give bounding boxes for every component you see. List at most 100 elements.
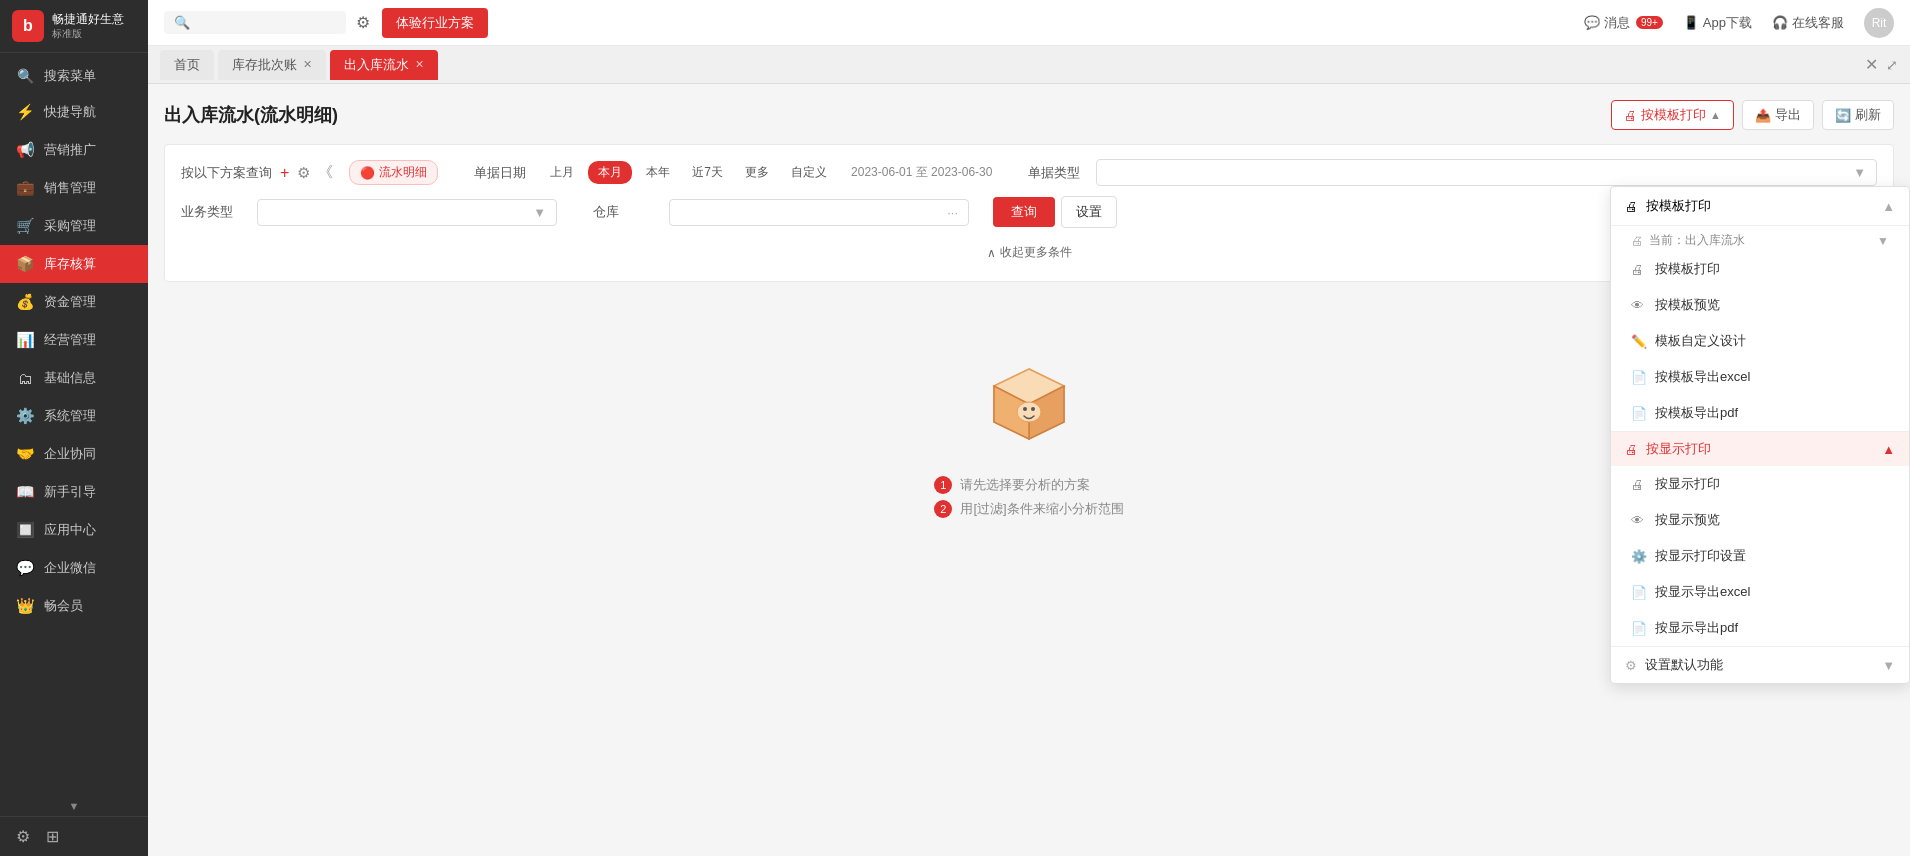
- header-gear-icon[interactable]: ⚙: [356, 13, 370, 32]
- dropdown-item-template-excel[interactable]: 📄 按模板导出excel: [1611, 359, 1909, 395]
- tab-batch-account[interactable]: 库存批次账 ✕: [218, 50, 326, 80]
- dropdown-item-template-pdf[interactable]: 📄 按模板导出pdf: [1611, 395, 1909, 431]
- empty-step-2: 2 用[过滤]条件来缩小分析范围: [934, 500, 1123, 518]
- dropdown-up-icon[interactable]: ▲: [1882, 199, 1895, 214]
- template-preview-icon: 👁: [1631, 298, 1647, 313]
- print-template-button[interactable]: 🖨 按模板打印 ▲: [1611, 100, 1734, 130]
- sidebar-item-member[interactable]: 👑 畅会员: [0, 587, 148, 625]
- app-logo-icon: b: [12, 10, 44, 42]
- sidebar-scroll-down[interactable]: ▼: [0, 796, 148, 816]
- dropdown-current: 🖨 当前：出入库流水 ▼: [1611, 226, 1909, 251]
- warehouse-select[interactable]: ···: [669, 199, 969, 226]
- dropdown-item-template-print[interactable]: 🖨 按模板打印: [1611, 251, 1909, 287]
- empty-illustration: [979, 354, 1079, 454]
- add-filter-icon[interactable]: +: [280, 164, 289, 182]
- voucher-select-arrow: ▼: [1853, 165, 1866, 180]
- dropdown-item-display-settings[interactable]: ⚙️ 按显示打印设置: [1611, 538, 1909, 574]
- dropdown-item-display-excel[interactable]: 📄 按显示导出excel: [1611, 574, 1909, 610]
- svg-point-5: [1023, 407, 1027, 411]
- sales-icon: 💼: [16, 179, 34, 197]
- collab-icon: 🤝: [16, 445, 34, 463]
- chevron-up-collapse-icon: ∧: [987, 246, 996, 260]
- page-title: 出入库流水(流水明细): [164, 103, 338, 127]
- guide-icon: 📖: [16, 483, 34, 501]
- box-svg: [979, 354, 1079, 454]
- sidebar-item-wechat[interactable]: 💬 企业微信: [0, 549, 148, 587]
- date-opt-7days[interactable]: 近7天: [684, 161, 731, 184]
- sidebar-item-quick-nav[interactable]: ⚡ 快捷导航: [0, 93, 148, 131]
- headset-icon: 🎧: [1772, 15, 1788, 30]
- messages-button[interactable]: 💬 消息 99+: [1584, 14, 1663, 32]
- marketing-icon: 📢: [16, 141, 34, 159]
- tab-close-inout[interactable]: ✕: [415, 58, 424, 71]
- member-icon: 👑: [16, 597, 34, 615]
- close-page-icon[interactable]: ✕: [1865, 55, 1878, 74]
- sidebar-item-basic[interactable]: 🗂 基础信息: [0, 359, 148, 397]
- sidebar-item-search[interactable]: 🔍 搜索菜单: [0, 59, 148, 93]
- settings-button[interactable]: 设置: [1061, 196, 1117, 228]
- tab-home[interactable]: 首页: [160, 50, 214, 80]
- date-opt-custom[interactable]: 自定义: [783, 161, 835, 184]
- basic-icon: 🗂: [16, 370, 34, 387]
- sidebar-item-guide[interactable]: 📖 新手引导: [0, 473, 148, 511]
- voucher-type-select[interactable]: ▼: [1096, 159, 1877, 186]
- system-icon: ⚙️: [16, 407, 34, 425]
- maximize-icon[interactable]: ⤢: [1886, 57, 1898, 73]
- current-icon: 🖨: [1631, 234, 1643, 248]
- tab-inout-flow[interactable]: 出入库流水 ✕: [330, 50, 438, 80]
- export-button[interactable]: 📤 导出: [1742, 100, 1814, 130]
- print-dropdown-panel: 🖨 按模板打印 ▲ 🖨 当前：出入库流水 ▼ 🖨 按模板打印: [1610, 186, 1910, 684]
- search-magnifier-icon: 🔍: [174, 15, 190, 30]
- sidebar-item-system[interactable]: ⚙️ 系统管理: [0, 397, 148, 435]
- header-search-input[interactable]: [196, 15, 336, 30]
- biz-type-select[interactable]: ▼: [257, 199, 557, 226]
- filter-collapse-icon[interactable]: 《: [318, 163, 333, 182]
- warehouse-label: 仓库: [593, 203, 653, 221]
- display-print-icon: 🖨: [1631, 477, 1647, 492]
- app-download-button[interactable]: 📱 App下载: [1683, 14, 1752, 32]
- trial-button[interactable]: 体验行业方案: [382, 8, 488, 38]
- display-section-arrow: ▲: [1882, 442, 1895, 457]
- filter-actions: 查询 设置: [993, 196, 1117, 228]
- dropdown-item-display-pdf[interactable]: 📄 按显示导出pdf: [1611, 610, 1909, 646]
- sidebar-item-marketing[interactable]: 📢 营销推广: [0, 131, 148, 169]
- dropdown-item-display-print[interactable]: 🖨 按显示打印: [1611, 466, 1909, 502]
- page-top-right: 🖨 按模板打印 ▲ 📤 导出 🔄 刷新: [1611, 100, 1894, 130]
- dropdown-item-display-preview[interactable]: 👁 按显示预览: [1611, 502, 1909, 538]
- date-opt-this-month[interactable]: 本月: [588, 161, 632, 184]
- filter-row-1: 按以下方案查询 + ⚙ 《 🔴 流水明细 单据日期 上月 本月 本年: [181, 159, 1877, 186]
- dropdown-item-template-design[interactable]: ✏️ 模板自定义设计: [1611, 323, 1909, 359]
- date-opt-last-month[interactable]: 上月: [542, 161, 582, 184]
- sidebar-item-operations[interactable]: 📊 经营管理: [0, 321, 148, 359]
- sidebar-item-finance[interactable]: 💰 资金管理: [0, 283, 148, 321]
- sidebar-item-collab[interactable]: 🤝 企业协同: [0, 435, 148, 473]
- date-opt-more[interactable]: 更多: [737, 161, 777, 184]
- sidebar-nav: 🔍 搜索菜单 ⚡ 快捷导航 📢 营销推广 💼 销售管理 🛒 采购管理 📦 库存核…: [0, 53, 148, 796]
- customer-service-button[interactable]: 🎧 在线客服: [1772, 14, 1844, 32]
- display-section-title[interactable]: 🖨 按显示打印 ▲: [1611, 432, 1909, 466]
- display-settings-icon: ⚙️: [1631, 549, 1647, 564]
- biz-type-label: 业务类型: [181, 203, 241, 221]
- date-range-text: 2023-06-01 至 2023-06-30: [851, 164, 992, 181]
- user-avatar-button[interactable]: Rit: [1864, 8, 1894, 38]
- date-opt-this-year[interactable]: 本年: [638, 161, 678, 184]
- sidebar-item-apps[interactable]: 🔲 应用中心: [0, 511, 148, 549]
- refresh-icon: 🔄: [1835, 108, 1851, 123]
- filter-setting-icon[interactable]: ⚙: [297, 164, 310, 182]
- sidebar-item-inventory[interactable]: 📦 库存核算: [0, 245, 148, 283]
- refresh-button[interactable]: 🔄 刷新: [1822, 100, 1894, 130]
- dropdown-footer-default[interactable]: ⚙ 设置默认功能 ▼: [1611, 646, 1909, 683]
- header-search-box[interactable]: 🔍: [164, 11, 346, 34]
- tab-close-batch[interactable]: ✕: [303, 58, 312, 71]
- sidebar-item-sales[interactable]: 💼 销售管理: [0, 169, 148, 207]
- settings-icon[interactable]: ⚙: [16, 827, 30, 846]
- header-right: 💬 消息 99+ 📱 App下载 🎧 在线客服 Rit: [1584, 8, 1894, 38]
- sidebar-search-label: 搜索菜单: [44, 67, 96, 85]
- avatar: Rit: [1864, 8, 1894, 38]
- collapse-sidebar-icon[interactable]: ⊞: [46, 827, 59, 846]
- sidebar-item-purchase[interactable]: 🛒 采购管理: [0, 207, 148, 245]
- query-button[interactable]: 查询: [993, 197, 1055, 227]
- voucher-type-label: 单据类型: [1028, 164, 1088, 182]
- display-pdf-icon: 📄: [1631, 621, 1647, 636]
- dropdown-item-template-preview[interactable]: 👁 按模板预览: [1611, 287, 1909, 323]
